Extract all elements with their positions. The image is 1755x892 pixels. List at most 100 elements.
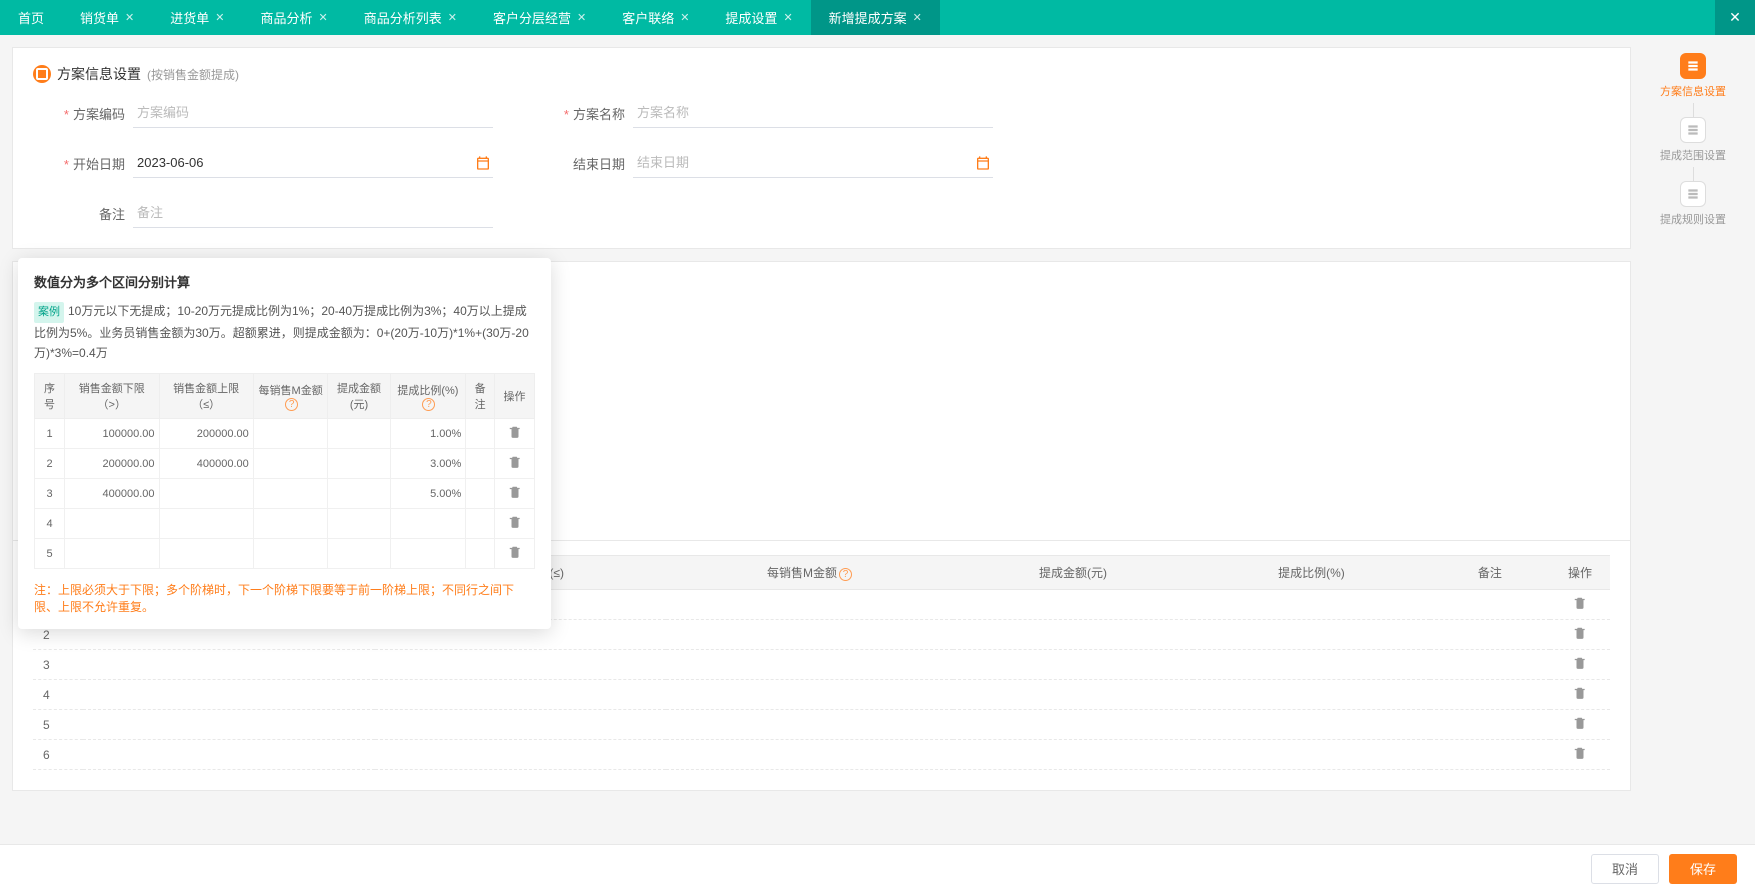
help-icon[interactable]: ? bbox=[839, 568, 852, 581]
table-cell[interactable] bbox=[953, 590, 1193, 620]
tab-进货单[interactable]: 进货单✕ bbox=[152, 0, 242, 35]
start-date-input[interactable] bbox=[133, 148, 493, 178]
help-icon[interactable]: ? bbox=[285, 398, 298, 411]
close-all-tabs[interactable]: ✕ bbox=[1715, 0, 1755, 35]
table-cell[interactable] bbox=[1193, 650, 1430, 680]
step-connector bbox=[1693, 103, 1694, 117]
name-input[interactable] bbox=[633, 98, 993, 128]
trash-icon[interactable] bbox=[508, 545, 522, 559]
trash-icon[interactable] bbox=[1573, 626, 1587, 640]
table-cell[interactable] bbox=[83, 710, 375, 740]
example-badge: 案例 bbox=[34, 302, 64, 323]
tt-cell: 5.00% bbox=[390, 479, 466, 509]
step-icon bbox=[1680, 181, 1706, 207]
step-item[interactable]: 方案信息设置 bbox=[1660, 53, 1726, 99]
tab-商品分析列表[interactable]: 商品分析列表✕ bbox=[346, 0, 475, 35]
tt-cell: 1 bbox=[35, 419, 65, 449]
table-cell[interactable] bbox=[375, 740, 666, 770]
calendar-icon[interactable] bbox=[475, 155, 491, 171]
tt-row: 3400000.005.00% bbox=[35, 479, 535, 509]
close-icon[interactable]: ✕ bbox=[680, 11, 689, 24]
close-icon[interactable]: ✕ bbox=[448, 11, 457, 24]
close-icon[interactable]: ✕ bbox=[215, 11, 224, 24]
table-cell[interactable] bbox=[1430, 590, 1550, 620]
remark-input[interactable] bbox=[133, 198, 493, 228]
tab-客户分层经营[interactable]: 客户分层经营✕ bbox=[475, 0, 604, 35]
close-icon[interactable]: ✕ bbox=[577, 11, 586, 24]
tt-cell bbox=[390, 509, 466, 539]
calendar-icon[interactable] bbox=[975, 155, 991, 171]
tt-th: 每销售M金额? bbox=[253, 374, 328, 419]
table-cell[interactable] bbox=[83, 740, 375, 770]
table-cell[interactable] bbox=[666, 710, 953, 740]
table-cell[interactable] bbox=[666, 620, 953, 650]
table-cell[interactable] bbox=[1193, 680, 1430, 710]
table-cell[interactable] bbox=[953, 620, 1193, 650]
table-cell[interactable] bbox=[953, 650, 1193, 680]
table-cell[interactable] bbox=[1193, 590, 1430, 620]
tab-客户联络[interactable]: 客户联络✕ bbox=[604, 0, 707, 35]
close-icon[interactable]: ✕ bbox=[913, 11, 922, 24]
tt-cell bbox=[159, 509, 253, 539]
tt-cell bbox=[253, 449, 328, 479]
close-icon[interactable]: ✕ bbox=[319, 11, 328, 24]
save-button[interactable]: 保存 bbox=[1669, 854, 1737, 884]
trash-icon[interactable] bbox=[508, 515, 522, 529]
tooltip-paragraph: 案例10万元以下无提成；10-20万元提成比例为1%；20-40万提成比例为3%… bbox=[34, 301, 535, 363]
code-input[interactable] bbox=[133, 98, 493, 128]
row-idx: 4 bbox=[33, 680, 83, 710]
table-cell[interactable] bbox=[666, 740, 953, 770]
table-cell[interactable] bbox=[1193, 710, 1430, 740]
tt-cell bbox=[65, 509, 160, 539]
trash-icon[interactable] bbox=[1573, 716, 1587, 730]
table-cell[interactable] bbox=[375, 680, 666, 710]
cancel-button[interactable]: 取消 bbox=[1591, 854, 1659, 884]
tab-新增提成方案[interactable]: 新增提成方案✕ bbox=[811, 0, 940, 35]
table-cell[interactable] bbox=[1430, 740, 1550, 770]
table-cell[interactable] bbox=[1193, 620, 1430, 650]
table-cell[interactable] bbox=[953, 740, 1193, 770]
tab-商品分析[interactable]: 商品分析✕ bbox=[242, 0, 345, 35]
tab-首页[interactable]: 首页 bbox=[0, 0, 62, 35]
step-connector bbox=[1693, 167, 1694, 181]
table-cell[interactable] bbox=[375, 650, 666, 680]
tt-cell bbox=[466, 419, 495, 449]
table-cell[interactable] bbox=[666, 650, 953, 680]
table-cell[interactable] bbox=[1430, 650, 1550, 680]
tt-cell: 200000.00 bbox=[159, 419, 253, 449]
tab-销货单[interactable]: 销货单✕ bbox=[62, 0, 152, 35]
table-cell[interactable] bbox=[83, 650, 375, 680]
table-cell[interactable] bbox=[83, 680, 375, 710]
close-icon[interactable]: ✕ bbox=[125, 11, 134, 24]
table-cell[interactable] bbox=[953, 710, 1193, 740]
table-cell[interactable] bbox=[666, 680, 953, 710]
trash-icon[interactable] bbox=[508, 485, 522, 499]
end-date-input[interactable] bbox=[633, 148, 993, 178]
row-idx: 3 bbox=[33, 650, 83, 680]
start-date-label: *开始日期 bbox=[33, 154, 133, 173]
table-cell[interactable] bbox=[953, 680, 1193, 710]
table-cell[interactable] bbox=[1430, 710, 1550, 740]
table-cell[interactable] bbox=[1193, 740, 1430, 770]
table-header: 提成比例(%) bbox=[1193, 556, 1430, 590]
close-icon[interactable]: ✕ bbox=[783, 11, 792, 24]
help-icon[interactable]: ? bbox=[422, 398, 435, 411]
step-label: 提成规则设置 bbox=[1660, 211, 1726, 227]
tt-cell: 2 bbox=[35, 449, 65, 479]
table-cell[interactable] bbox=[375, 710, 666, 740]
trash-icon[interactable] bbox=[508, 455, 522, 469]
tab-提成设置[interactable]: 提成设置✕ bbox=[707, 0, 810, 35]
step-item[interactable]: 提成规则设置 bbox=[1660, 181, 1726, 227]
tt-cell bbox=[65, 539, 160, 569]
table-cell[interactable] bbox=[666, 590, 953, 620]
table-cell[interactable] bbox=[1430, 680, 1550, 710]
step-item[interactable]: 提成范围设置 bbox=[1660, 117, 1726, 163]
trash-icon[interactable] bbox=[1573, 596, 1587, 610]
table-cell[interactable] bbox=[1430, 620, 1550, 650]
tt-cell: 1.00% bbox=[390, 419, 466, 449]
name-label: *方案名称 bbox=[533, 104, 633, 123]
trash-icon[interactable] bbox=[1573, 656, 1587, 670]
trash-icon[interactable] bbox=[1573, 746, 1587, 760]
trash-icon[interactable] bbox=[508, 425, 522, 439]
trash-icon[interactable] bbox=[1573, 686, 1587, 700]
